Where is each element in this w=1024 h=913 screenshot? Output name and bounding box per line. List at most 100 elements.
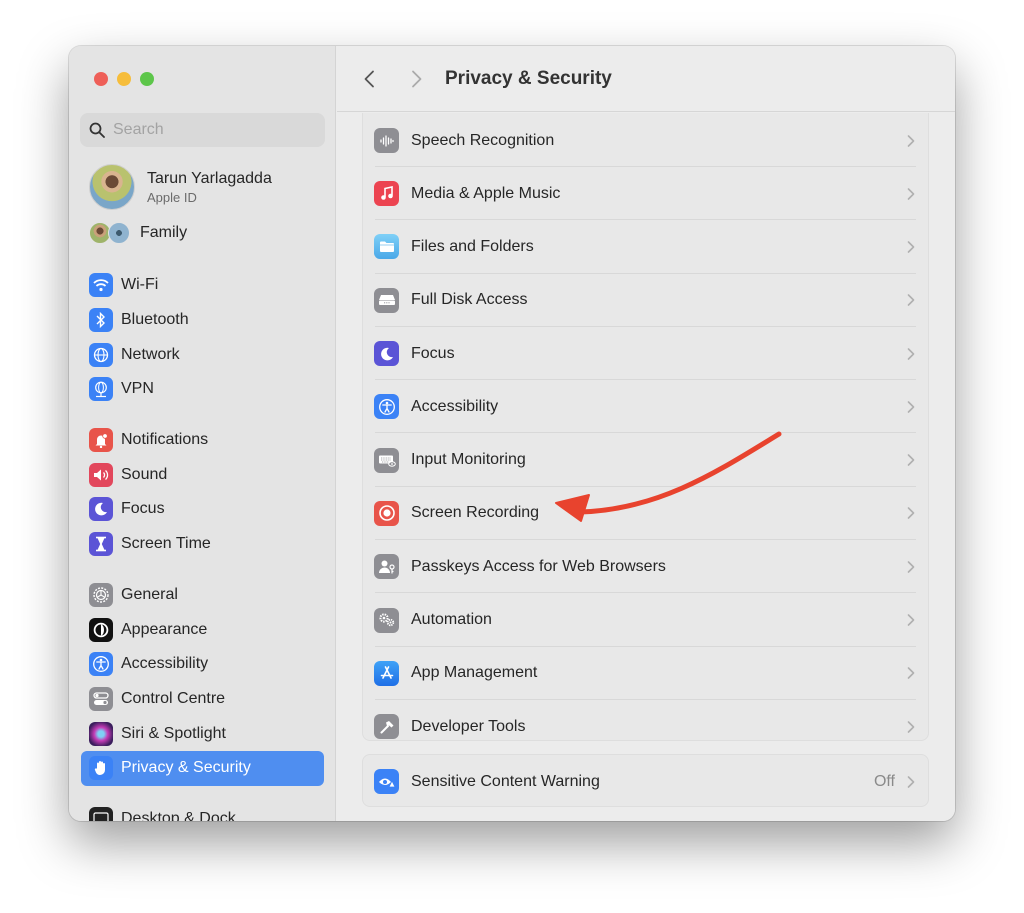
row-media-apple-music[interactable]: Media & Apple Music — [363, 167, 928, 221]
row-automation[interactable]: Automation — [363, 593, 928, 647]
sidebar-item-label: Bluetooth — [121, 311, 189, 329]
sidebar-item-label: VPN — [121, 380, 154, 398]
row-label: Media & Apple Music — [411, 184, 561, 202]
music-note-icon — [374, 181, 399, 207]
forward-button[interactable] — [403, 65, 431, 93]
chevron-right-icon — [907, 720, 915, 733]
search-input[interactable] — [113, 121, 313, 139]
sidebar-item-label: Screen Time — [121, 535, 211, 553]
row-label: Files and Folders — [411, 237, 534, 255]
row-speech-recognition[interactable]: Speech Recognition — [363, 113, 928, 167]
row-files-and-folders[interactable]: Files and Folders — [363, 220, 928, 274]
chevron-right-icon — [907, 667, 915, 680]
permissions-group: Speech Recognition Media & Apple Music F… — [362, 113, 929, 741]
chevron-right-icon — [907, 347, 915, 360]
sidebar-item-label: Focus — [121, 500, 165, 518]
app-store-icon — [374, 660, 399, 686]
sidebar-item-sound[interactable]: Sound — [81, 457, 324, 492]
page-title: Privacy & Security — [445, 67, 612, 89]
hand-icon — [89, 756, 113, 781]
row-label: Developer Tools — [411, 717, 526, 735]
sidebar-item-label: Notifications — [121, 431, 209, 449]
gear-icon — [89, 582, 113, 607]
minimize-window-button[interactable] — [117, 72, 131, 86]
sidebar: Tarun Yarlagadda Apple ID Family Wi-Fi B… — [69, 46, 336, 821]
chevron-right-icon — [907, 614, 915, 626]
chevron-right-icon — [907, 454, 915, 466]
wifi-icon — [89, 273, 113, 298]
dock-icon — [89, 806, 113, 821]
sidebar-item-label: General — [121, 585, 178, 603]
accessibility-icon — [89, 652, 113, 677]
back-button[interactable] — [355, 65, 383, 93]
sidebar-item-label: Appearance — [121, 620, 208, 638]
sidebar-item-control-centre[interactable]: Control Centre — [81, 682, 324, 717]
sidebar-item-screen-time[interactable]: Screen Time — [81, 527, 324, 562]
speaker-icon — [89, 462, 113, 487]
sidebar-item-desktop-dock[interactable]: Desktop & Dock — [81, 802, 324, 821]
folder-icon — [374, 234, 399, 260]
chevron-right-icon — [907, 134, 915, 147]
hourglass-icon — [89, 532, 113, 557]
bluetooth-icon — [89, 308, 113, 333]
search-field[interactable] — [80, 113, 325, 147]
row-label: Screen Recording — [411, 504, 540, 522]
sidebar-item-focus[interactable]: Focus — [81, 492, 324, 527]
settings-content: Speech Recognition Media & Apple Music F… — [337, 113, 955, 821]
family-item[interactable]: Family — [89, 222, 187, 244]
sidebar-item-notifications[interactable]: Notifications — [81, 423, 324, 458]
row-label: App Management — [411, 664, 538, 682]
row-developer-tools[interactable]: Developer Tools — [363, 700, 928, 753]
apple-id-profile[interactable]: Tarun Yarlagadda Apple ID — [89, 164, 272, 210]
moon-icon — [374, 341, 399, 367]
gears-icon — [374, 607, 399, 633]
passkey-icon — [374, 554, 399, 580]
row-label: Focus — [411, 344, 455, 362]
record-icon — [374, 500, 399, 526]
sidebar-item-wifi[interactable]: Wi-Fi — [81, 268, 324, 303]
family-label: Family — [140, 224, 188, 241]
system-settings-window: Tarun Yarlagadda Apple ID Family Wi-Fi B… — [69, 46, 955, 821]
row-passkeys-access[interactable]: Passkeys Access for Web Browsers — [363, 540, 928, 594]
row-label: Speech Recognition — [411, 131, 555, 149]
vpn-globe-icon — [89, 377, 113, 402]
zoom-window-button[interactable] — [140, 72, 154, 86]
row-focus[interactable]: Focus — [363, 327, 928, 381]
row-sensitive-content-warning[interactable]: Sensitive Content Warning Off — [363, 755, 928, 808]
chevron-right-icon — [907, 775, 915, 788]
avatar — [89, 164, 135, 210]
row-app-management[interactable]: App Management — [363, 647, 928, 701]
row-screen-recording[interactable]: Screen Recording — [363, 487, 928, 541]
row-input-monitoring[interactable]: Input Monitoring — [363, 433, 928, 488]
row-label: Full Disk Access — [411, 291, 528, 309]
sidebar-item-accessibility[interactable]: Accessibility — [81, 647, 324, 682]
chevron-right-icon — [412, 70, 422, 87]
sidebar-item-general[interactable]: General — [81, 578, 324, 613]
sidebar-item-appearance[interactable]: Appearance — [81, 612, 324, 647]
sidebar-item-label: Network — [121, 345, 180, 363]
chevron-right-icon — [907, 187, 915, 200]
hammer-icon — [374, 714, 399, 740]
row-label: Sensitive Content Warning — [411, 772, 600, 790]
row-label: Passkeys Access for Web Browsers — [411, 557, 666, 575]
sidebar-item-privacy-security[interactable]: Privacy & Security — [81, 750, 324, 786]
chevron-right-icon — [907, 294, 915, 307]
chevron-right-icon — [907, 401, 915, 413]
close-window-button[interactable] — [94, 72, 108, 86]
profile-subtitle: Apple ID — [147, 189, 197, 205]
sidebar-item-bluetooth[interactable]: Bluetooth — [81, 303, 324, 338]
sidebar-item-siri-spotlight[interactable]: Siri & Spotlight — [81, 716, 324, 751]
sidebar-item-network[interactable]: Network — [81, 337, 324, 372]
sidebar-item-label: Wi-Fi — [121, 276, 159, 294]
main-pane: Privacy & Security Speech Recognition Me… — [337, 46, 955, 821]
toolbar: Privacy & Security — [337, 46, 955, 112]
bell-icon — [89, 428, 113, 453]
sidebar-item-label: Desktop & Dock — [121, 809, 236, 821]
row-label: Input Monitoring — [411, 451, 526, 469]
row-accessibility[interactable]: Accessibility — [363, 380, 928, 434]
chevron-right-icon — [907, 241, 915, 253]
profile-name: Tarun Yarlagadda — [147, 169, 272, 187]
sensitive-content-status: Off — [873, 772, 895, 790]
sidebar-item-vpn[interactable]: VPN — [81, 372, 324, 407]
row-full-disk-access[interactable]: Full Disk Access — [363, 274, 928, 328]
